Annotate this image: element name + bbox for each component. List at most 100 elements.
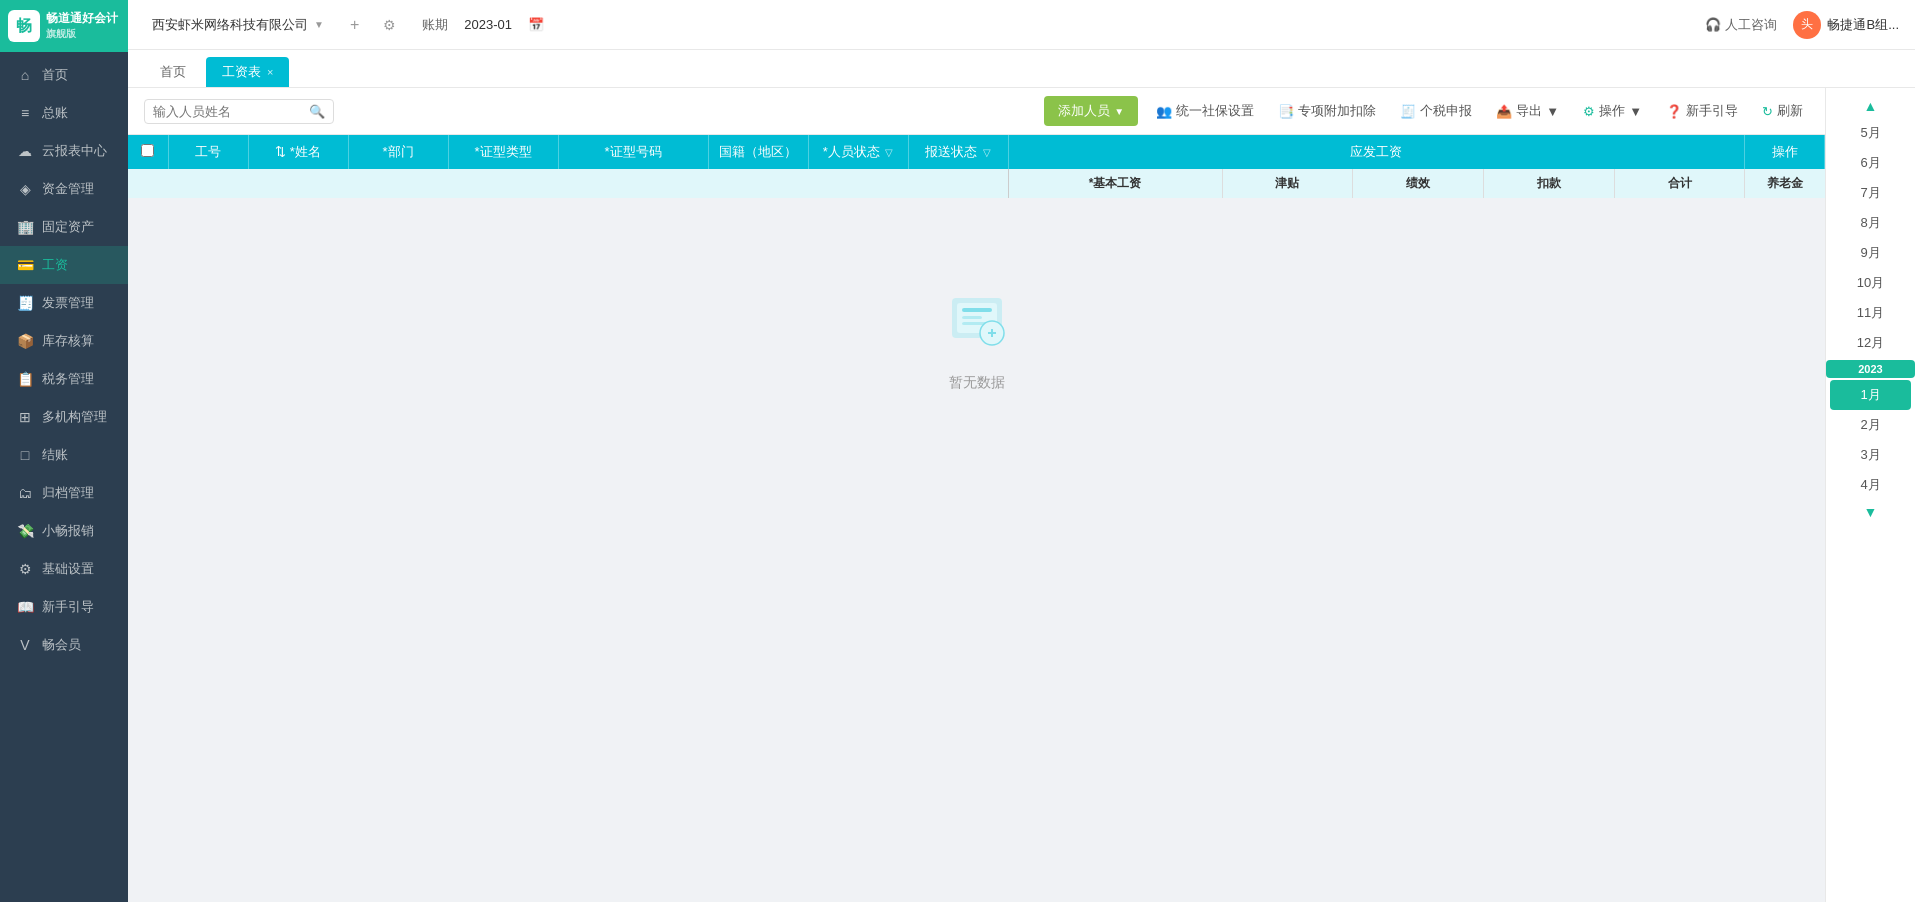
empty-text: 暂无数据 <box>949 374 1005 392</box>
asset-icon: 🏢 <box>16 219 34 235</box>
date-panel-up-btn[interactable]: ▲ <box>1826 94 1915 118</box>
calendar-icon[interactable]: 📅 <box>528 17 544 32</box>
sidebar-label-invoice: 发票管理 <box>42 294 94 312</box>
col-salary-group-header: 应发工资 <box>1008 135 1745 169</box>
cloud-icon: ☁ <box>16 143 34 159</box>
date-month-12[interactable]: 12月 <box>1826 328 1915 358</box>
sidebar-label-cloud: 云报表中心 <box>42 142 107 160</box>
dropdown-arrow-icon: ▼ <box>1114 106 1124 117</box>
operations-arrow-icon: ▼ <box>1629 104 1642 119</box>
sidebar-item-archive[interactable]: 🗂 归档管理 <box>0 474 128 512</box>
member-icon: V <box>16 637 34 653</box>
sidebar-nav: ⌂ 首页 ≡ 总账 ☁ 云报表中心 ◈ 资金管理 🏢 固定资产 💳 工资 🧾 发… <box>0 52 128 902</box>
col-social-header: 养老金 <box>1745 169 1825 198</box>
sidebar-label-tax: 税务管理 <box>42 370 94 388</box>
header-right: 🎧 人工咨询 头 畅捷通B组... <box>1705 11 1899 39</box>
sidebar-label-archive: 归档管理 <box>42 484 94 502</box>
col-status-header: *人员状态 ▽ <box>808 135 908 169</box>
chevron-down-icon: ▼ <box>314 19 324 30</box>
personal-tax-btn[interactable]: 🧾 个税申报 <box>1394 98 1478 124</box>
operations-btn[interactable]: ⚙ 操作 ▼ <box>1577 98 1648 124</box>
date-month-1-active[interactable]: 1月 <box>1830 380 1911 410</box>
date-month-10[interactable]: 10月 <box>1826 268 1915 298</box>
refresh-label: 刷新 <box>1777 102 1803 120</box>
date-month-2[interactable]: 2月 <box>1826 410 1915 440</box>
col-performance-header: 绩效 <box>1353 169 1484 198</box>
special-deduct-label: 专项附加扣除 <box>1298 102 1376 120</box>
settings-icon: ⚙ <box>16 561 34 577</box>
sidebar-item-inventory[interactable]: 📦 库存核算 <box>0 322 128 360</box>
main-area: 西安虾米网络科技有限公司 ▼ + ⚙ 账期 2023-01 📅 🎧 人工咨询 头… <box>128 0 1915 902</box>
date-month-4[interactable]: 4月 <box>1826 470 1915 500</box>
select-all-checkbox[interactable] <box>141 144 154 157</box>
guide-label: 新手引导 <box>1686 102 1738 120</box>
sidebar-item-close-books[interactable]: □ 结账 <box>0 436 128 474</box>
personal-tax-icon: 🧾 <box>1400 104 1416 119</box>
inventory-icon: 📦 <box>16 333 34 349</box>
status-filter-icon[interactable]: ▽ <box>885 147 893 158</box>
add-company-btn[interactable]: + <box>344 14 365 36</box>
sidebar-item-home[interactable]: ⌂ 首页 <box>0 56 128 94</box>
col-name-header: ⇅ *姓名 <box>248 135 348 169</box>
home-icon: ⌂ <box>16 67 34 83</box>
tab-bar: 首页 工资表 × <box>128 50 1915 88</box>
add-person-button[interactable]: 添加人员 ▼ <box>1044 96 1138 126</box>
sidebar-label-expense: 小畅报销 <box>42 522 94 540</box>
col-allowance-header: 津贴 <box>1222 169 1353 198</box>
date-month-7[interactable]: 7月 <box>1826 178 1915 208</box>
tab-home[interactable]: 首页 <box>144 57 202 87</box>
payroll-icon: 💳 <box>16 257 34 273</box>
sidebar-item-invoice[interactable]: 🧾 发票管理 <box>0 284 128 322</box>
sidebar-label-asset: 固定资产 <box>42 218 94 236</box>
export-icon: 📤 <box>1496 104 1512 119</box>
sidebar-item-fund[interactable]: ◈ 资金管理 <box>0 170 128 208</box>
sidebar-item-member[interactable]: V 畅会员 <box>0 626 128 664</box>
export-arrow-icon: ▼ <box>1546 104 1559 119</box>
sidebar-item-payroll[interactable]: 💳 工资 <box>0 246 128 284</box>
sidebar: 畅 畅道通好会计 旗舰版 ⌂ 首页 ≡ 总账 ☁ 云报表中心 ◈ 资金管理 🏢 … <box>0 0 128 902</box>
date-month-9[interactable]: 9月 <box>1826 238 1915 268</box>
guide-btn[interactable]: ❓ 新手引导 <box>1660 98 1744 124</box>
expense-icon: 💸 <box>16 523 34 539</box>
col-base-header: *基本工资 <box>1008 169 1222 198</box>
sidebar-item-tax[interactable]: 📋 税务管理 <box>0 360 128 398</box>
sidebar-item-expense[interactable]: 💸 小畅报销 <box>0 512 128 550</box>
search-input[interactable] <box>153 104 303 119</box>
date-month-6[interactable]: 6月 <box>1826 148 1915 178</box>
sidebar-item-fixed-asset[interactable]: 🏢 固定资产 <box>0 208 128 246</box>
human-service-label: 人工咨询 <box>1725 16 1777 34</box>
date-month-11[interactable]: 11月 <box>1826 298 1915 328</box>
col-id-type-header: *证型类型 <box>448 135 558 169</box>
sidebar-label-close: 结账 <box>42 446 68 464</box>
date-month-3[interactable]: 3月 <box>1826 440 1915 470</box>
sidebar-item-ledger[interactable]: ≡ 总账 <box>0 94 128 132</box>
col-total-header: 合计 <box>1614 169 1745 198</box>
sidebar-item-multi-org[interactable]: ⊞ 多机构管理 <box>0 398 128 436</box>
tab-close-icon[interactable]: × <box>267 66 273 78</box>
invoice-icon: 🧾 <box>16 295 34 311</box>
sidebar-item-guide[interactable]: 📖 新手引导 <box>0 588 128 626</box>
refresh-btn[interactable]: ↻ 刷新 <box>1756 98 1809 124</box>
sidebar-item-settings[interactable]: ⚙ 基础设置 <box>0 550 128 588</box>
date-panel-down-btn[interactable]: ▼ <box>1826 500 1915 524</box>
sidebar-label-settings: 基础设置 <box>42 560 94 578</box>
date-month-5[interactable]: 5月 <box>1826 118 1915 148</box>
report-filter-icon[interactable]: ▽ <box>983 147 991 158</box>
company-selector[interactable]: 西安虾米网络科技有限公司 ▼ <box>144 12 332 38</box>
human-service-btn[interactable]: 🎧 人工咨询 <box>1705 16 1777 34</box>
empty-illustration <box>937 278 1017 358</box>
table-wrapper: 工号 ⇅ *姓名 *部门 *证型类型 *证型号码 国籍（地区） *人员状态 ▽ <box>128 135 1825 902</box>
special-deduct-btn[interactable]: 📑 专项附加扣除 <box>1272 98 1382 124</box>
date-month-8[interactable]: 8月 <box>1826 208 1915 238</box>
sidebar-item-cloud-report[interactable]: ☁ 云报表中心 <box>0 132 128 170</box>
logo-icon: 畅 <box>8 10 40 42</box>
date-year-label: 2023 <box>1826 360 1915 378</box>
tab-payroll-table[interactable]: 工资表 × <box>206 57 289 87</box>
user-info[interactable]: 头 畅捷通B组... <box>1793 11 1899 39</box>
header-settings-icon[interactable]: ⚙ <box>377 15 402 35</box>
user-name: 畅捷通B组... <box>1827 16 1899 34</box>
export-label: 导出 <box>1516 102 1542 120</box>
ledger-icon: ≡ <box>16 105 34 121</box>
export-btn[interactable]: 📤 导出 ▼ <box>1490 98 1565 124</box>
social-security-btn[interactable]: 👥 统一社保设置 <box>1150 98 1260 124</box>
